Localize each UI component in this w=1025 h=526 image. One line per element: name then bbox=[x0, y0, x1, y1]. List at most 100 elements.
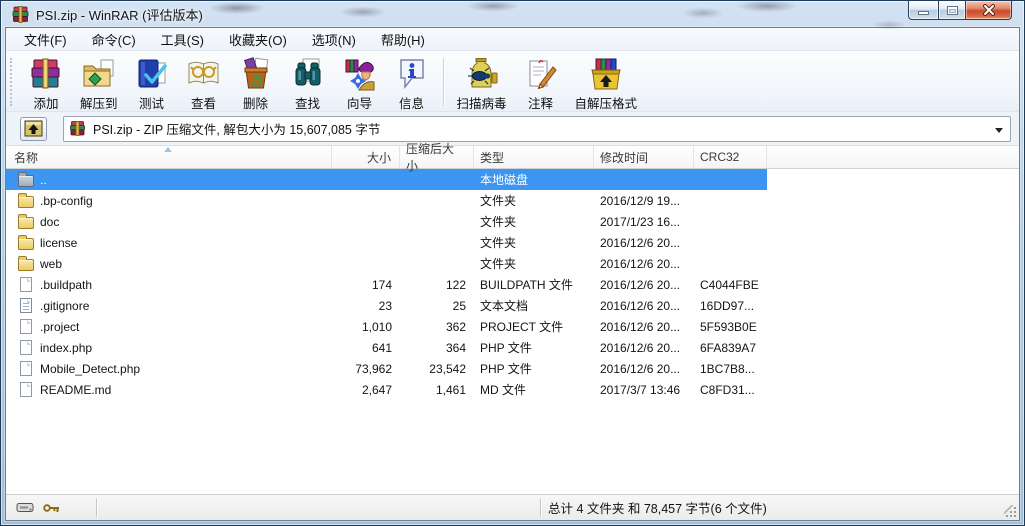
find-button[interactable]: 查找 bbox=[282, 54, 334, 111]
close-button[interactable] bbox=[966, 1, 1012, 20]
file-modified-cell bbox=[594, 169, 694, 190]
file-modified-cell: 2017/1/23 16... bbox=[600, 214, 681, 229]
chevron-down-icon[interactable] bbox=[995, 127, 1003, 137]
file-name: .bp-config bbox=[40, 193, 93, 208]
file-icon bbox=[20, 340, 32, 355]
file-modified-cell: 2016/12/6 20... bbox=[600, 319, 681, 334]
info-icon bbox=[399, 59, 424, 90]
wizard-button[interactable]: 向导 bbox=[334, 54, 386, 111]
delete-button[interactable]: 删除 bbox=[230, 54, 282, 111]
column-label: 压缩后大小 bbox=[406, 142, 455, 173]
wizard-icon bbox=[345, 59, 375, 91]
file-row-web[interactable]: web 文件夹 2016/12/6 20... bbox=[6, 253, 1019, 274]
file-packed-cell: 25 bbox=[452, 298, 466, 313]
menu-commands[interactable]: 命令(C) bbox=[82, 28, 146, 51]
comment-button[interactable]: 注释 bbox=[515, 54, 567, 111]
file-type-cell: PHP 文件 bbox=[480, 341, 532, 355]
file-packed-cell bbox=[400, 253, 474, 274]
menu-tools[interactable]: 工具(S) bbox=[151, 28, 214, 51]
column-label: 修改时间 bbox=[600, 150, 649, 165]
view-button[interactable]: 查看 bbox=[178, 54, 230, 111]
resize-grip[interactable] bbox=[1004, 505, 1017, 518]
file-row-mobile-detect-php[interactable]: Mobile_Detect.php 73,962 23,542 PHP 文件 2… bbox=[6, 358, 1019, 379]
info-button[interactable]: 信息 bbox=[386, 54, 438, 111]
folder-icon bbox=[18, 213, 34, 229]
file-crc-cell: 16DD97... bbox=[700, 298, 755, 313]
file-packed-cell: 362 bbox=[445, 319, 466, 334]
file-row-bp-config[interactable]: .bp-config 文件夹 2016/12/9 19... bbox=[6, 190, 1019, 211]
file-size-cell bbox=[332, 232, 400, 253]
file-row-license[interactable]: license 文件夹 2016/12/6 20... bbox=[6, 232, 1019, 253]
sfx-button[interactable]: 自解压格式 bbox=[567, 54, 646, 111]
winrar-app-icon[interactable] bbox=[12, 5, 30, 23]
folder-icon bbox=[18, 234, 34, 250]
column-header-packed[interactable]: 压缩后大小 bbox=[400, 142, 474, 173]
file-row-doc[interactable]: doc 文件夹 2017/1/23 16... bbox=[6, 211, 1019, 232]
file-modified-cell: 2016/12/6 20... bbox=[600, 235, 681, 250]
toolbar-label: 查找 bbox=[295, 97, 321, 111]
column-label: 名称 bbox=[14, 150, 39, 165]
extract-to-button[interactable]: 解压到 bbox=[72, 54, 126, 111]
column-header-type[interactable]: 类型 bbox=[474, 146, 594, 168]
toolbar-label: 查看 bbox=[191, 97, 217, 111]
window-controls bbox=[908, 1, 1012, 20]
sort-ascending-icon bbox=[164, 147, 172, 152]
file-name: web bbox=[40, 256, 63, 271]
file-modified-cell: 2016/12/6 20... bbox=[600, 256, 681, 271]
file-row-updir[interactable]: .. 本地磁盘 bbox=[6, 169, 1019, 190]
file-row-index-php[interactable]: index.php 641 364 PHP 文件 2016/12/6 20...… bbox=[6, 337, 1019, 358]
file-name-cell: .buildpath bbox=[6, 274, 332, 295]
file-name-cell: .project bbox=[6, 316, 332, 337]
row-filler bbox=[767, 253, 1019, 274]
toolbar-separator bbox=[442, 58, 444, 106]
file-row-readme-md[interactable]: README.md 2,647 1,461 MD 文件 2017/3/7 13:… bbox=[6, 379, 1019, 400]
column-header-size[interactable]: 大小 bbox=[332, 146, 400, 168]
file-size-cell: 174 bbox=[371, 277, 392, 292]
minimize-button[interactable] bbox=[908, 1, 938, 20]
scan-virus-button[interactable]: 扫描病毒 bbox=[449, 54, 515, 111]
file-row-project[interactable]: .project 1,010 362 PROJECT 文件 2016/12/6 … bbox=[6, 316, 1019, 337]
menu-help[interactable]: 帮助(H) bbox=[371, 28, 435, 51]
column-header-modified[interactable]: 修改时间 bbox=[594, 146, 694, 168]
row-filler bbox=[767, 337, 1019, 358]
row-filler bbox=[767, 211, 1019, 232]
file-size-cell: 73,962 bbox=[355, 361, 392, 376]
add-button[interactable]: 添加 bbox=[20, 54, 72, 111]
file-type-cell: 文件夹 bbox=[480, 215, 517, 229]
file-name: doc bbox=[40, 214, 60, 229]
file-packed-cell: 364 bbox=[445, 340, 466, 355]
file-type-cell: 文件夹 bbox=[480, 257, 517, 271]
file-row-gitignore[interactable]: .gitignore 23 25 文本文档 2016/12/6 20... 16… bbox=[6, 295, 1019, 316]
file-name: license bbox=[40, 235, 78, 250]
menu-favorites[interactable]: 收藏夹(O) bbox=[219, 28, 297, 51]
updir-folder-icon bbox=[18, 171, 34, 187]
up-one-level-button[interactable] bbox=[20, 116, 47, 141]
row-filler bbox=[767, 190, 1019, 211]
key-icon[interactable] bbox=[43, 502, 61, 514]
file-size-cell bbox=[332, 253, 400, 274]
disk-drive-icon[interactable] bbox=[16, 501, 35, 514]
file-name: .gitignore bbox=[40, 298, 90, 313]
view-icon bbox=[188, 61, 219, 84]
file-icon bbox=[20, 319, 32, 334]
menu-file[interactable]: 文件(F) bbox=[14, 28, 77, 51]
file-size-cell bbox=[332, 211, 400, 232]
archive-path-combobox[interactable]: PSI.zip - ZIP 压缩文件, 解包大小为 15,607,085 字节 bbox=[63, 115, 1011, 142]
toolbar-label: 解压到 bbox=[80, 97, 118, 111]
file-type-cell: PHP 文件 bbox=[480, 362, 532, 376]
menu-options[interactable]: 选项(N) bbox=[302, 28, 366, 51]
comment-icon bbox=[529, 59, 557, 90]
file-crc-cell bbox=[694, 169, 767, 190]
file-name: .. bbox=[40, 172, 47, 187]
file-row-buildpath[interactable]: .buildpath 174 122 BUILDPATH 文件 2016/12/… bbox=[6, 274, 1019, 295]
column-header-name[interactable]: 名称 bbox=[6, 146, 332, 168]
file-name: .buildpath bbox=[40, 277, 93, 292]
toolbar-gripper[interactable] bbox=[10, 58, 18, 106]
test-button[interactable]: 测试 bbox=[126, 54, 178, 111]
file-name: .project bbox=[40, 319, 80, 334]
column-header-crc32[interactable]: CRC32 bbox=[694, 146, 767, 168]
maximize-button[interactable] bbox=[938, 1, 966, 20]
file-name-cell: license bbox=[6, 232, 332, 253]
file-crc-cell bbox=[694, 253, 767, 274]
file-modified-cell: 2017/3/7 13:46 bbox=[600, 382, 681, 397]
